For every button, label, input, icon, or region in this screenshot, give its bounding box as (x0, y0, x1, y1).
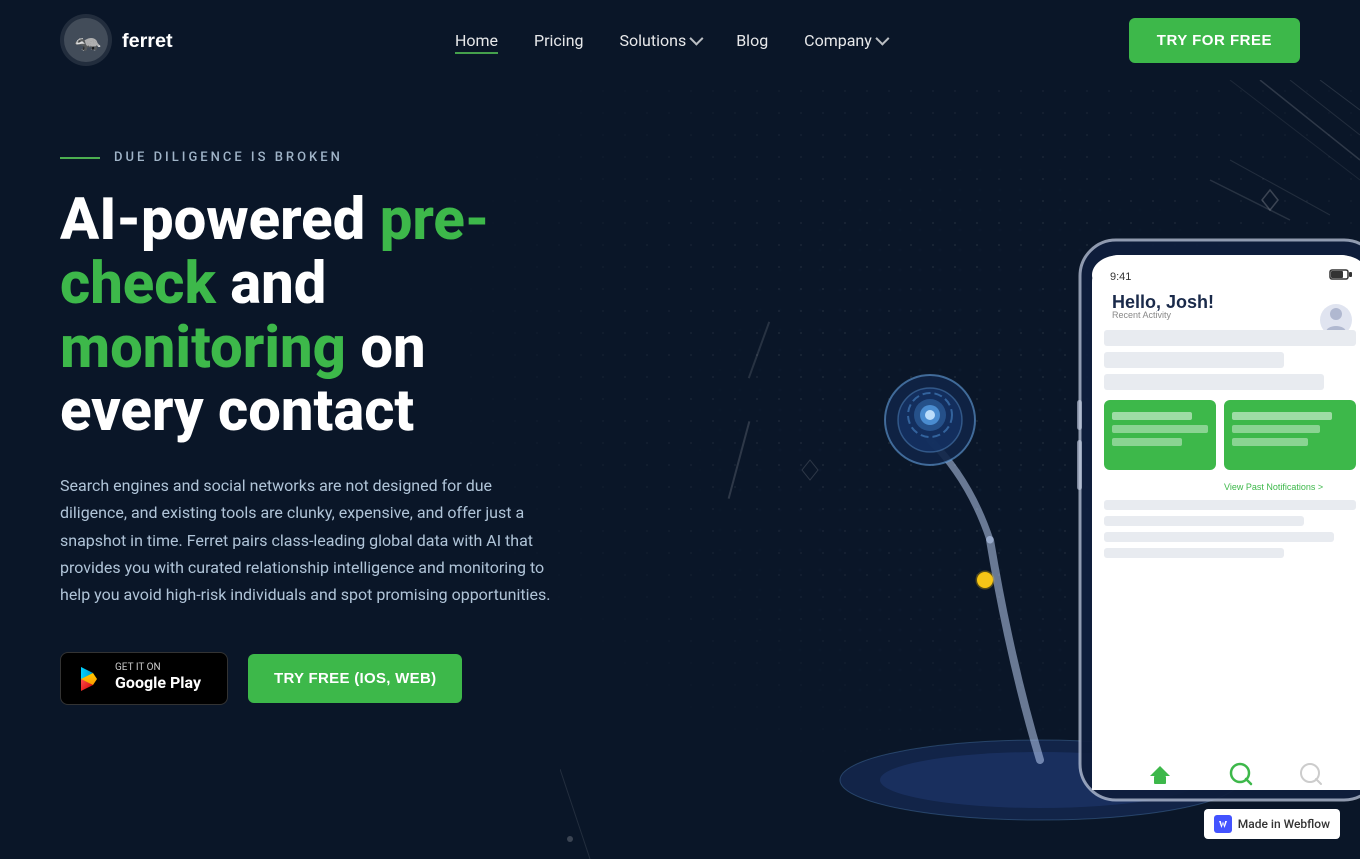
nav-links: Home Pricing Solutions Blog Company (455, 31, 886, 50)
nav-item-company[interactable]: Company (804, 31, 886, 50)
svg-text:🦡: 🦡 (74, 28, 101, 53)
logo-icon: 🦡 (60, 14, 112, 66)
heading-text-2: and (216, 250, 327, 318)
nav-item-solutions[interactable]: Solutions (620, 31, 701, 50)
nav-item-pricing[interactable]: Pricing (534, 31, 584, 50)
google-play-text: GET IT ON Google Play (115, 663, 201, 694)
nav-link-company[interactable]: Company (804, 31, 886, 50)
nav-link-blog[interactable]: Blog (736, 31, 768, 50)
tagline: DUE DILIGENCE IS BROKEN (60, 150, 640, 165)
heading-text-1: AI-powered (60, 186, 380, 254)
try-free-ios-button[interactable]: TRY FREE (IOS, WEB) (248, 654, 462, 703)
hero-illustration: 9:41 Recent Activity Hello, Josh! (610, 80, 1360, 859)
heading-green-2: monitoring (60, 314, 346, 382)
nav-item-home[interactable]: Home (455, 31, 498, 50)
try-for-free-button[interactable]: TRY FOR FREE (1129, 18, 1300, 63)
webflow-logo-icon (1214, 815, 1232, 833)
nav-link-home[interactable]: Home (455, 31, 498, 54)
google-play-label-large: Google Play (115, 673, 201, 694)
nav-link-pricing[interactable]: Pricing (534, 31, 584, 50)
google-play-label-small: GET IT ON (115, 663, 201, 673)
tagline-line (60, 157, 100, 159)
hero-section: DUE DILIGENCE IS BROKEN AI-powered pre-c… (0, 80, 1360, 859)
webflow-badge[interactable]: Made in Webflow (1204, 809, 1340, 839)
svg-text:Hello, Josh!: Hello, Josh! (1112, 292, 1214, 312)
hero-heading: AI-powered pre-check and monitoring onev… (60, 189, 640, 444)
webflow-label: Made in Webflow (1238, 817, 1330, 831)
chevron-down-icon (690, 32, 704, 46)
svg-text:9:41: 9:41 (1110, 271, 1131, 283)
logo-text: ferret (122, 29, 212, 51)
svg-text:ferret: ferret (122, 30, 173, 51)
hero-description: Search engines and social networks are n… (60, 472, 560, 608)
google-play-icon (77, 665, 105, 693)
nav-link-solutions[interactable]: Solutions (620, 31, 701, 50)
phone-svg: 9:41 Recent Activity Hello, Josh! (610, 80, 1360, 859)
nav-item-blog[interactable]: Blog (736, 31, 768, 50)
svg-text:View Past Notifications >: View Past Notifications > (1224, 482, 1323, 492)
logo[interactable]: 🦡 ferret (60, 14, 212, 66)
hero-buttons: GET IT ON Google Play TRY FREE (IOS, WEB… (60, 652, 640, 705)
google-play-button[interactable]: GET IT ON Google Play (60, 652, 228, 705)
chevron-down-icon-2 (875, 32, 889, 46)
tagline-text: DUE DILIGENCE IS BROKEN (114, 150, 343, 165)
navigation: 🦡 ferret Home Pricing Solutions Blog Com… (0, 0, 1360, 80)
hero-content: DUE DILIGENCE IS BROKEN AI-powered pre-c… (60, 120, 640, 705)
